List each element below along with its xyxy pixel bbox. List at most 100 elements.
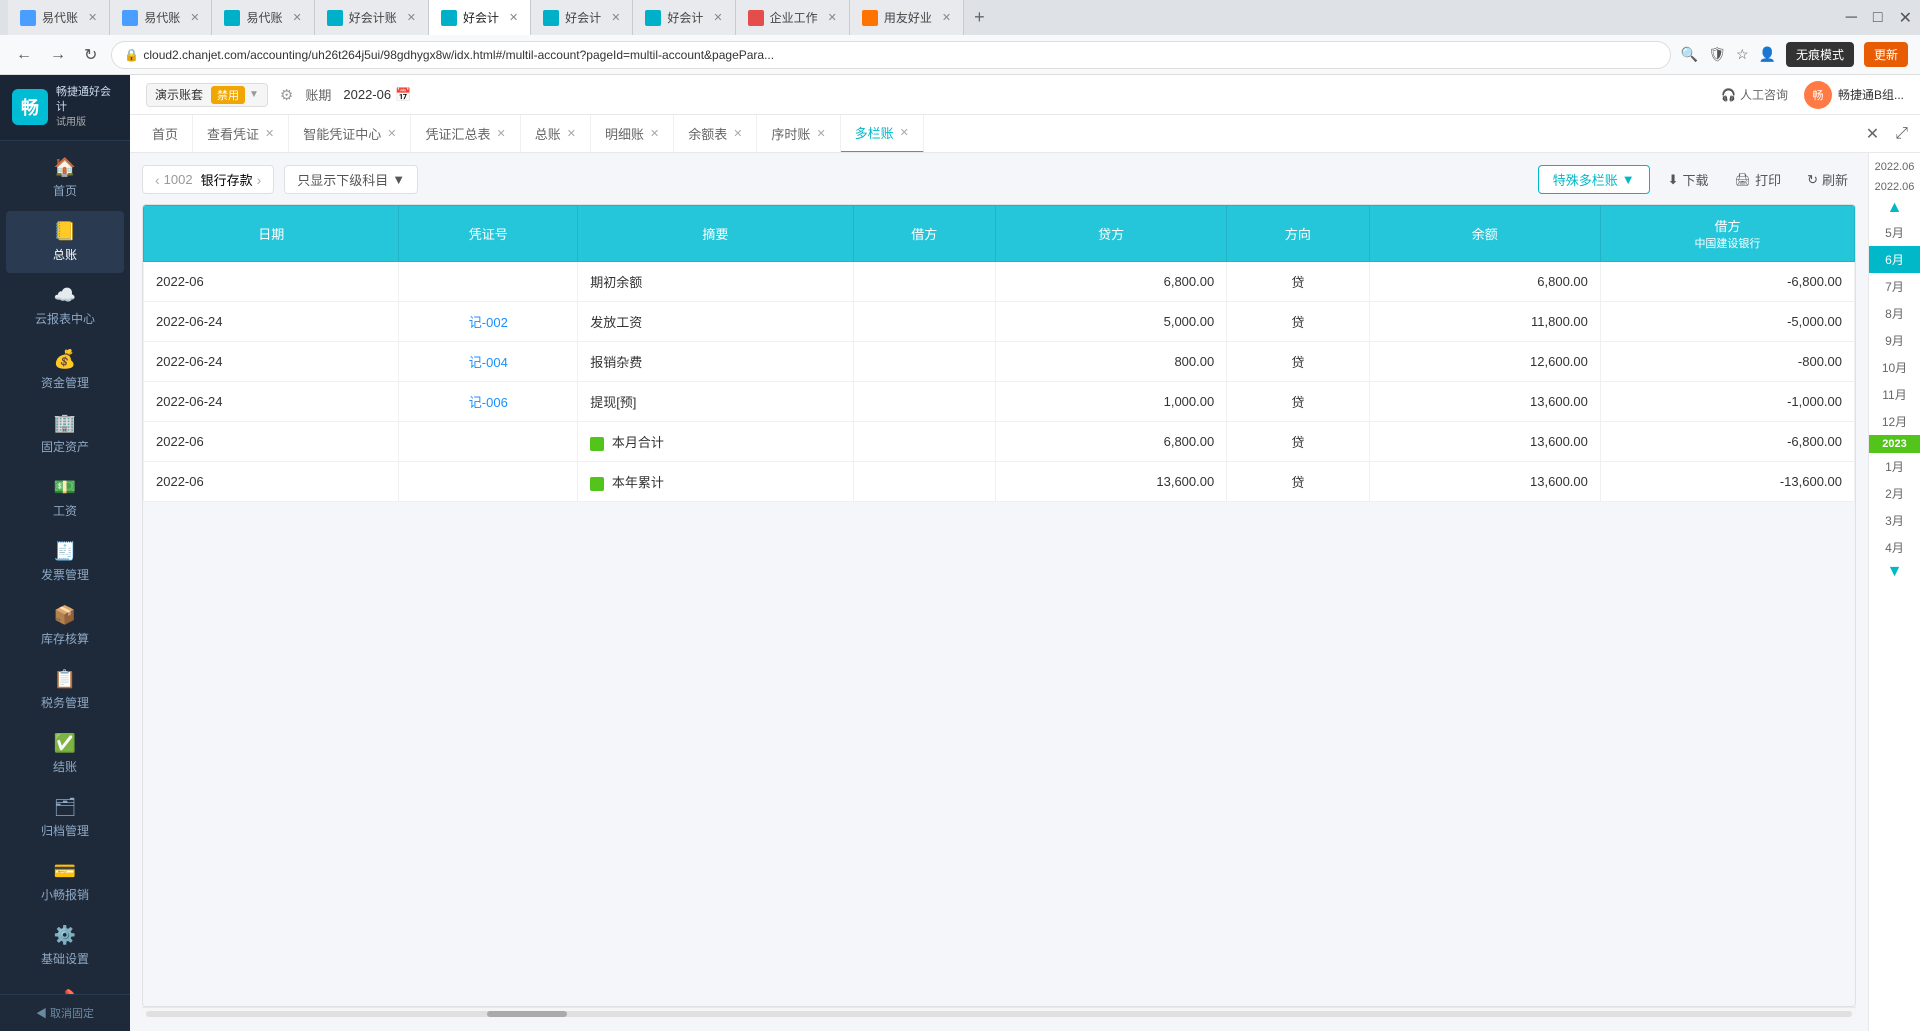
browser-tab-6[interactable]: 好会计 ✕ — [531, 0, 633, 35]
sidebar-item-home[interactable]: 🏠 首页 — [6, 147, 124, 209]
tab-close-smart[interactable]: ✕ — [387, 127, 396, 140]
user-info[interactable]: 畅 畅捷通B组... — [1804, 81, 1904, 109]
sidebar-item-cloud-reports[interactable]: ☁️ 云报表中心 — [6, 275, 124, 337]
back-button[interactable]: ← — [12, 42, 36, 68]
horizontal-scrollbar[interactable] — [142, 1007, 1856, 1019]
settings-gear-icon[interactable]: ⚙ — [280, 86, 293, 104]
tab-sequence[interactable]: 序时账 ✕ — [757, 115, 840, 153]
timeline-month-7[interactable]: 7月 — [1869, 273, 1920, 300]
minimize-button[interactable]: ─ — [1846, 9, 1857, 27]
tab-voucher-summary[interactable]: 凭证汇总表 ✕ — [411, 115, 520, 153]
cell-voucher-3[interactable]: 记-006 — [399, 382, 578, 422]
sidebar-item-ledger[interactable]: 📒 总账 — [6, 211, 124, 273]
search-icon[interactable]: 🔍 — [1681, 46, 1698, 63]
tab-close-7[interactable]: ✕ — [713, 11, 722, 24]
sidebar-item-expense[interactable]: 💳 小畅报销 — [6, 851, 124, 913]
timeline-month-2023-1[interactable]: 1月 — [1869, 453, 1920, 480]
tab-close-general[interactable]: ✕ — [567, 127, 576, 140]
tab-close-5[interactable]: ✕ — [509, 11, 518, 24]
tab-close-6[interactable]: ✕ — [611, 11, 620, 24]
tab-home[interactable]: 首页 — [138, 115, 193, 153]
download-button[interactable]: ⬇ 下载 — [1660, 166, 1717, 193]
sidebar-item-invoice[interactable]: 🧾 发票管理 — [6, 531, 124, 593]
tab-close-2[interactable]: ✕ — [190, 11, 199, 24]
browser-tab-8[interactable]: 企业工作 ✕ — [736, 0, 850, 35]
timeline-scroll-down[interactable]: ▼ — [1887, 563, 1903, 581]
tab-close-8[interactable]: ✕ — [828, 11, 837, 24]
expand-tabs-icon[interactable]: ⤢ — [1891, 121, 1912, 147]
table-row: 2022-06 本年累计 13,600.00 贷 13,600.00 — [144, 462, 1855, 502]
shield-icon[interactable]: 🛡 — [1708, 46, 1726, 63]
tab-multi-column[interactable]: 多栏账 ✕ — [841, 115, 924, 153]
help-button[interactable]: 🎧 人工咨询 — [1721, 86, 1788, 103]
cell-voucher-2[interactable]: 记-004 — [399, 342, 578, 382]
tab-close-voucher[interactable]: ✕ — [265, 127, 274, 140]
forward-button[interactable]: → — [46, 42, 70, 68]
timeline-month-10[interactable]: 10月 — [1869, 354, 1920, 381]
sidebar-item-inventory[interactable]: 📦 库存核算 — [6, 595, 124, 657]
sidebar-item-archive[interactable]: 🗂 归档管理 — [6, 787, 124, 849]
tab-close-multi[interactable]: ✕ — [900, 126, 909, 139]
sidebar-item-salary[interactable]: 💵 工资 — [6, 467, 124, 529]
sidebar-item-fund[interactable]: 💰 资金管理 — [6, 339, 124, 401]
new-tab-button[interactable]: + — [964, 7, 995, 28]
tab-close-3[interactable]: ✕ — [292, 11, 301, 24]
browser-tab-5[interactable]: 好会计 ✕ — [429, 0, 531, 35]
logo-text: 畅捷通好会计 试用版 — [56, 85, 118, 130]
stealth-button[interactable]: 无痕模式 — [1786, 42, 1854, 67]
browser-tab-1[interactable]: 易代账 ✕ — [8, 0, 110, 35]
tab-detailed-ledger[interactable]: 明细账 ✕ — [591, 115, 674, 153]
tab-close-9[interactable]: ✕ — [942, 11, 951, 24]
browser-tab-3[interactable]: 易代账 ✕ — [212, 0, 314, 35]
tab-close-sequence[interactable]: ✕ — [816, 127, 825, 140]
tab-voucher-view[interactable]: 查看凭证 ✕ — [193, 115, 289, 153]
close-all-tabs-icon[interactable]: ✕ — [1862, 120, 1883, 148]
update-button[interactable]: 更新 — [1864, 42, 1908, 67]
print-button[interactable]: 🖨 打印 — [1727, 166, 1790, 193]
close-button[interactable]: ✕ — [1899, 8, 1912, 28]
tab-balance[interactable]: 余额表 ✕ — [674, 115, 757, 153]
sidebar-toggle[interactable]: ◀ 取消固定 — [0, 994, 130, 1031]
sidebar-item-guide[interactable]: 📌 新手引导 — [6, 979, 124, 994]
sidebar-item-settings[interactable]: ⚙️ 基础设置 — [6, 915, 124, 977]
tab-close-balance[interactable]: ✕ — [733, 127, 742, 140]
special-multi-ledger-button[interactable]: 特殊多栏账 ▼ — [1538, 165, 1650, 194]
browser-tab-7[interactable]: 好会计 ✕ — [633, 0, 735, 35]
tab-close-1[interactable]: ✕ — [88, 11, 97, 24]
profile-icon[interactable]: 👤 — [1759, 46, 1776, 63]
scroll-thumb[interactable] — [487, 1011, 567, 1017]
tab-smart-voucher[interactable]: 智能凭证中心 ✕ — [289, 115, 411, 153]
refresh-nav-button[interactable]: ↻ — [80, 41, 101, 69]
maximize-button[interactable]: □ — [1873, 9, 1883, 27]
sidebar-item-fixed-assets[interactable]: 🏢 固定资产 — [6, 403, 124, 465]
timeline-month-8[interactable]: 8月 — [1869, 300, 1920, 327]
browser-tab-2[interactable]: 易代账 ✕ — [110, 0, 212, 35]
next-subject-icon[interactable]: › — [257, 172, 262, 188]
timeline-month-2023-2[interactable]: 2月 — [1869, 480, 1920, 507]
tab-close-summary[interactable]: ✕ — [497, 127, 506, 140]
refresh-button[interactable]: ↻ 刷新 — [1799, 166, 1856, 193]
browser-tab-9[interactable]: 用友好业 ✕ — [850, 0, 964, 35]
timeline-month-2023-4[interactable]: 4月 — [1869, 534, 1920, 561]
tab-close-4[interactable]: ✕ — [407, 11, 416, 24]
tab-general-ledger[interactable]: 总账 ✕ — [521, 115, 591, 153]
filter-button[interactable]: 只显示下级科目 ▼ — [284, 165, 418, 194]
star-icon[interactable]: ☆ — [1736, 46, 1749, 63]
sidebar-item-tax[interactable]: 📋 税务管理 — [6, 659, 124, 721]
timeline-scroll-up[interactable]: ▲ — [1887, 199, 1903, 217]
timeline-month-11[interactable]: 11月 — [1869, 381, 1920, 408]
url-input[interactable]: 🔒 cloud2.chanjet.com/accounting/uh26t264… — [111, 41, 1670, 69]
timeline-month-12[interactable]: 12月 — [1869, 408, 1920, 435]
timeline-month-6[interactable]: 6月 — [1869, 246, 1920, 273]
tab-close-detailed[interactable]: ✕ — [650, 127, 659, 140]
timeline-month-5[interactable]: 5月 — [1869, 219, 1920, 246]
timeline-month-9[interactable]: 9月 — [1869, 327, 1920, 354]
demo-dropdown-icon[interactable]: ▼ — [249, 89, 259, 100]
cell-voucher-1[interactable]: 记-002 — [399, 302, 578, 342]
timeline-month-2023-3[interactable]: 3月 — [1869, 507, 1920, 534]
table-body: 2022-06 期初余额 6,800.00 贷 6,800.00 -6,800.… — [144, 262, 1855, 502]
period-value[interactable]: 2022-06 📅 — [343, 87, 411, 103]
sidebar-item-close[interactable]: ✅ 结账 — [6, 723, 124, 785]
prev-subject-icon[interactable]: ‹ — [155, 172, 160, 188]
browser-tab-4[interactable]: 好会计账 ✕ — [315, 0, 429, 35]
